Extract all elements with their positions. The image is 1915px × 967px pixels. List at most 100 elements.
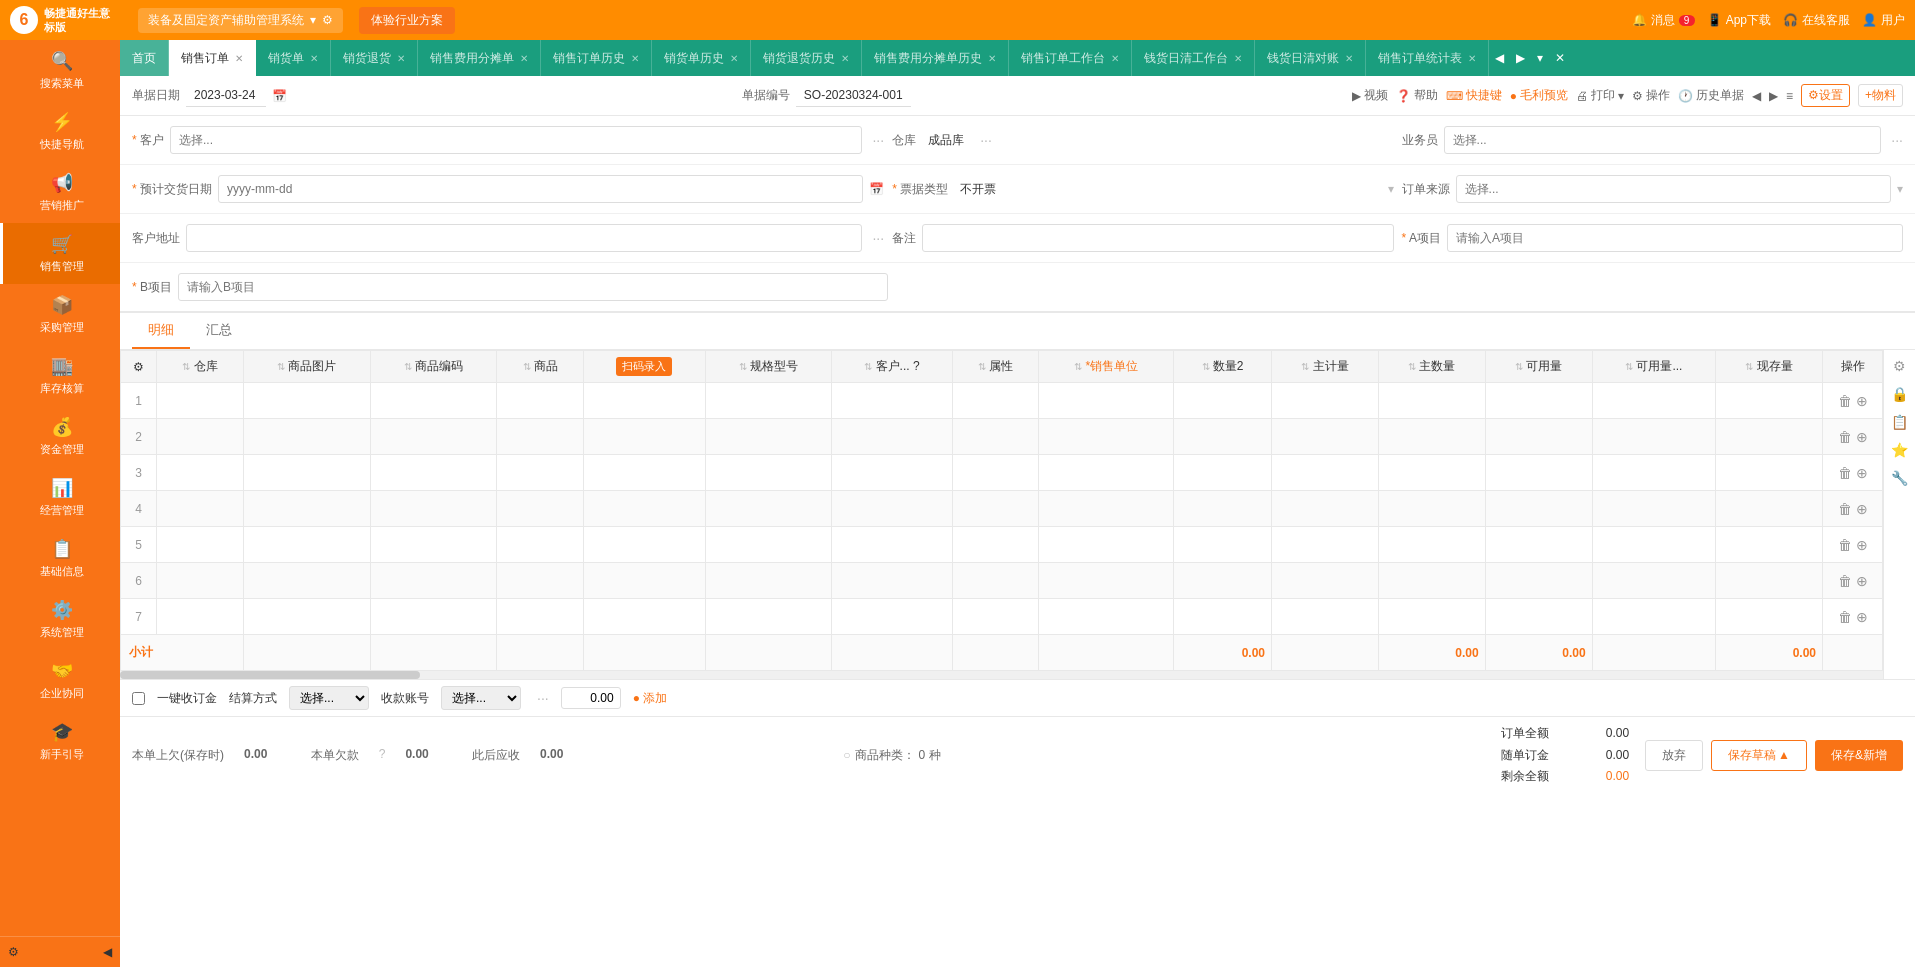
tab-sales-order[interactable]: 销售订单 ✕	[169, 40, 256, 76]
col-product-code[interactable]: ⇅ 商品编码	[370, 351, 497, 383]
col-current-qty[interactable]: ⇅ 现存量	[1716, 351, 1823, 383]
order-source-arrow-icon[interactable]: ▾	[1897, 182, 1903, 196]
save-draft-btn[interactable]: 保存草稿 ▲	[1711, 740, 1807, 771]
warehouse-more-btn[interactable]: ···	[980, 132, 992, 148]
tab-sales-invoice[interactable]: 销货单 ✕	[256, 40, 331, 76]
right-panel-icon-5[interactable]: 🔧	[1888, 466, 1912, 490]
sidebar-item-operations[interactable]: 📊 经营管理	[0, 467, 120, 528]
right-panel-icon-3[interactable]: 📋	[1888, 410, 1912, 434]
layout-toggle-btn[interactable]: ≡	[1786, 89, 1793, 103]
tab-close-icon[interactable]: ✕	[310, 53, 318, 64]
abandon-btn[interactable]: 放弃	[1645, 740, 1703, 771]
view-video-btn[interactable]: ▶ 视频	[1352, 87, 1388, 104]
help-col-icon[interactable]: ?	[913, 359, 920, 373]
settings-icon[interactable]: ⚙	[322, 13, 333, 27]
col-main-qty[interactable]: ⇅ 主数量	[1378, 351, 1485, 383]
date-value[interactable]: 2023-03-24	[186, 84, 266, 107]
notes-input[interactable]	[922, 224, 1393, 252]
tab-close-icon[interactable]: ✕	[730, 53, 738, 64]
tab-expense-history[interactable]: 销售费用分摊单历史 ✕	[862, 40, 1009, 76]
col-customer-code[interactable]: ⇅ 客户... ?	[832, 351, 952, 383]
industry-btn[interactable]: 体验行业方案	[359, 7, 455, 34]
address-input[interactable]	[186, 224, 862, 252]
col-warehouse[interactable]: ⇅ 仓库	[157, 351, 244, 383]
save-draft-arrow-icon[interactable]: ▲	[1778, 748, 1790, 762]
app-download-btn[interactable]: 📱 App下载	[1707, 12, 1771, 29]
help-btn[interactable]: ❓ 帮助	[1396, 87, 1438, 104]
right-panel-icon-1[interactable]: ⚙	[1888, 354, 1912, 378]
copy-row-icon[interactable]: ⊕	[1856, 465, 1868, 481]
notification-btn[interactable]: 🔔 消息 9	[1632, 12, 1695, 29]
col-settings[interactable]: ⚙	[121, 351, 157, 383]
print-btn[interactable]: 🖨 打印 ▾	[1576, 87, 1624, 104]
settings-col-icon[interactable]: ⚙	[133, 360, 144, 374]
scan-btn[interactable]: 扫码录入	[616, 357, 672, 376]
sidebar-item-purchase[interactable]: 📦 采购管理	[0, 284, 120, 345]
tab-return-history[interactable]: 销货退货历史 ✕	[751, 40, 862, 76]
tab-sales-return[interactable]: 销货退货 ✕	[331, 40, 418, 76]
sidebar-item-sales[interactable]: 🛒 销售管理	[0, 223, 120, 284]
scroll-thumb[interactable]	[120, 671, 420, 679]
tab-close-icon[interactable]: ✕	[235, 53, 243, 64]
col-spec[interactable]: ⇅ 规格型号	[705, 351, 832, 383]
tab-close-icon[interactable]: ✕	[841, 53, 849, 64]
delete-row-icon[interactable]: 🗑	[1838, 393, 1852, 409]
tab-sales-stats[interactable]: 销售订单统计表 ✕	[1366, 40, 1489, 76]
tab-close-all-btn[interactable]: ✕	[1549, 40, 1571, 76]
delete-row-icon[interactable]: 🗑	[1838, 573, 1852, 589]
delete-row-icon[interactable]: 🗑	[1838, 429, 1852, 445]
sidebar-item-marketing[interactable]: 📢 营销推广	[0, 162, 120, 223]
copy-row-icon[interactable]: ⊕	[1856, 537, 1868, 553]
sidebar-item-inventory[interactable]: 🏬 库存核算	[0, 345, 120, 406]
right-panel-icon-4[interactable]: ⭐	[1888, 438, 1912, 462]
history-order-btn[interactable]: 🕐 历史单据	[1678, 87, 1744, 104]
tab-close-icon[interactable]: ✕	[1111, 53, 1119, 64]
tab-home[interactable]: 首页	[120, 40, 169, 76]
staff-more-btn[interactable]: ···	[1891, 132, 1903, 148]
tab-detail[interactable]: 明细	[132, 313, 190, 349]
col-attribute[interactable]: ⇅ 属性	[952, 351, 1039, 383]
prev-record-btn[interactable]: ◀	[1752, 89, 1761, 103]
settings-panel-btn[interactable]: ⚙设置	[1801, 84, 1850, 107]
copy-row-icon[interactable]: ⊕	[1856, 429, 1868, 445]
right-panel-icon-2[interactable]: 🔒	[1888, 382, 1912, 406]
col-main-unit[interactable]: ⇅ 主计量	[1272, 351, 1379, 383]
payment-method-select[interactable]: 选择...	[289, 686, 369, 710]
tab-close-icon[interactable]: ✕	[988, 53, 996, 64]
more-ops-btn[interactable]: ⚙ 操作	[1632, 87, 1670, 104]
next-record-btn[interactable]: ▶	[1769, 89, 1778, 103]
tab-menu-btn[interactable]: ▾	[1531, 40, 1549, 76]
tab-next-btn[interactable]: ▶	[1510, 40, 1531, 76]
account-more-btn[interactable]: ···	[537, 690, 549, 706]
tab-sales-order-history[interactable]: 销售订单历史 ✕	[541, 40, 652, 76]
copy-row-icon[interactable]: ⊕	[1856, 573, 1868, 589]
sidebar-item-enterprise[interactable]: 🤝 企业协同	[0, 650, 120, 711]
user-avatar[interactable]: 👤 用户	[1862, 12, 1905, 29]
copy-row-icon[interactable]: ⊕	[1856, 501, 1868, 517]
tab-prev-btn[interactable]: ◀	[1489, 40, 1510, 76]
tab-close-icon[interactable]: ✕	[1345, 53, 1353, 64]
address-more-btn[interactable]: ···	[872, 230, 884, 246]
col-available-qty[interactable]: ⇅ 可用量	[1485, 351, 1592, 383]
tab-sales-expense[interactable]: 销售费用分摊单 ✕	[418, 40, 541, 76]
b-project-input[interactable]	[178, 273, 888, 301]
collapse-icon[interactable]: ◀	[103, 945, 112, 959]
settings-bottom-icon[interactable]: ⚙	[8, 945, 19, 959]
customer-more-btn[interactable]: ···	[872, 132, 884, 148]
tab-close-icon[interactable]: ✕	[1234, 53, 1242, 64]
col-available-more[interactable]: ⇅ 可用量...	[1592, 351, 1715, 383]
sidebar-item-system[interactable]: ⚙️ 系统管理	[0, 589, 120, 650]
col-product-image[interactable]: ⇅ 商品图片	[243, 351, 370, 383]
a-project-input[interactable]	[1447, 224, 1903, 252]
add-material-btn[interactable]: +物料	[1858, 84, 1903, 107]
tab-close-icon[interactable]: ✕	[1468, 53, 1476, 64]
shortcut-btn[interactable]: ⌨ 快捷键	[1446, 87, 1502, 104]
payment-amount-input[interactable]	[561, 687, 621, 709]
one-click-checkbox[interactable]	[132, 692, 145, 705]
col-scan[interactable]: 扫码录入	[584, 351, 705, 383]
tab-close-icon[interactable]: ✕	[397, 53, 405, 64]
delete-row-icon[interactable]: 🗑	[1838, 465, 1852, 481]
horizontal-scrollbar[interactable]	[120, 671, 1883, 679]
tab-daily-reconcile[interactable]: 钱货日清对账 ✕	[1255, 40, 1366, 76]
add-payment-btn[interactable]: ● 添加	[633, 690, 668, 707]
